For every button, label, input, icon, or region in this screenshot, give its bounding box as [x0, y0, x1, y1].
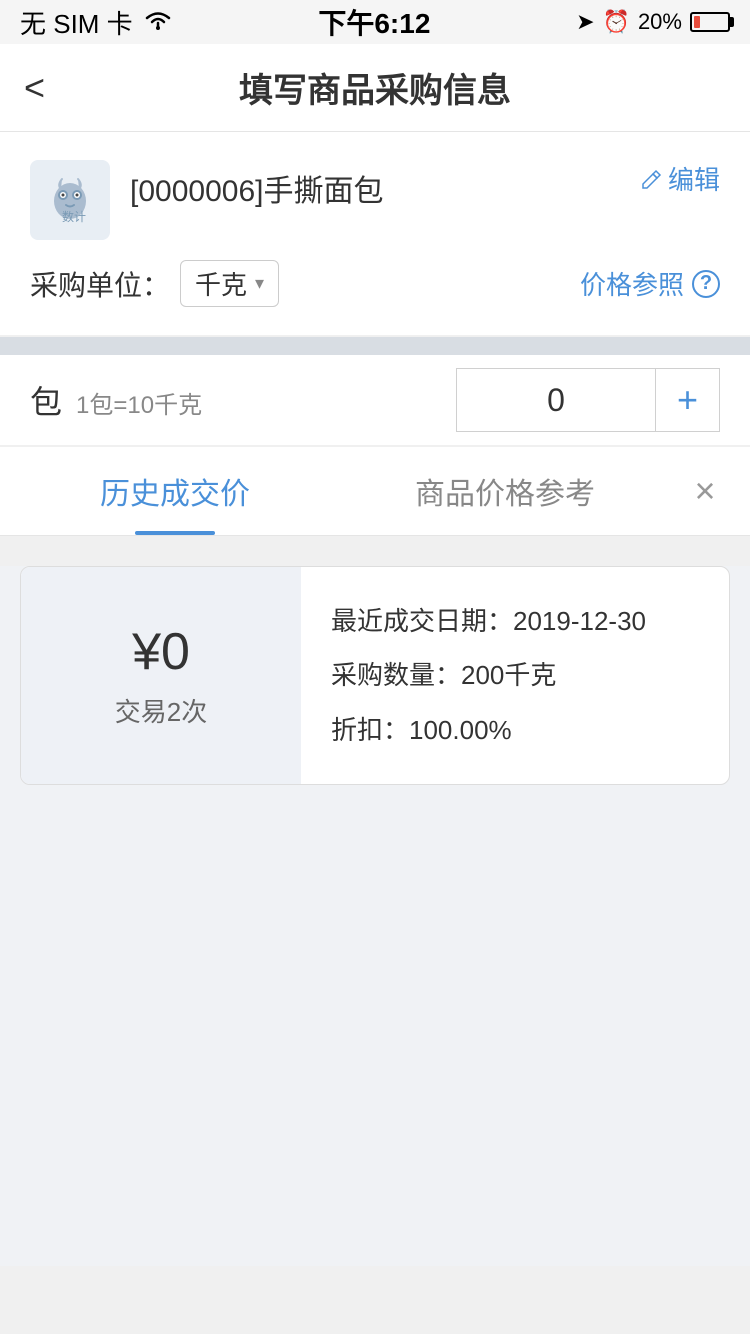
last-deal-date: 最近成交日期：2019-12-30 — [331, 603, 699, 639]
price-card-right: 最近成交日期：2019-12-30 采购数量：200千克 折扣：100.00% — [301, 567, 729, 784]
status-bar: 无 SIM 卡 下午6:12 ➤ ⏰ 20% — [0, 0, 750, 44]
tab-underline — [135, 531, 215, 535]
page-header: < 填写商品采购信息 — [0, 44, 750, 132]
tab-history-label: 历史成交价 — [100, 469, 250, 513]
tab-price-ref-label: 商品价格参考 — [415, 469, 595, 513]
section-divider — [0, 337, 750, 355]
discount: 折扣：100.00% — [331, 712, 699, 748]
unit-label: 采购单位： 千克 ▾ — [30, 260, 279, 307]
page-title: 填写商品采购信息 — [239, 63, 511, 112]
location-icon: ➤ — [576, 9, 594, 35]
price-amount: ¥0 — [132, 622, 190, 682]
status-right: ➤ ⏰ 20% — [576, 9, 730, 35]
quantity-left: 包 1包=10千克 — [30, 377, 202, 423]
edit-label: 编辑 — [668, 160, 720, 197]
product-section: 数计 [0000006]手撕面包 编辑 采购单位： 千克 ▾ 价格参照 — [0, 132, 750, 335]
svg-text:数计: 数计 — [62, 209, 86, 223]
product-thumbnail-icon: 数计 — [44, 171, 96, 229]
dropdown-chevron-icon: ▾ — [255, 273, 264, 294]
question-mark: ? — [700, 272, 712, 295]
purchase-quantity: 采购数量：200千克 — [331, 657, 699, 693]
unit-select-dropdown[interactable]: 千克 ▾ — [180, 260, 279, 307]
unit-value: 千克 — [195, 265, 247, 302]
tabs-close-button[interactable]: × — [670, 447, 740, 535]
quantity-plus-button[interactable]: + — [656, 368, 720, 432]
price-ref-label: 价格参照 — [580, 265, 684, 302]
battery-icon — [690, 12, 730, 32]
quantity-input[interactable]: 0 — [456, 368, 656, 432]
price-card-left: ¥0 交易2次 — [21, 567, 301, 784]
plus-icon: + — [677, 379, 698, 421]
tabs-header: 历史成交价 商品价格参考 × — [0, 447, 750, 535]
product-name: [0000006]手撕面包 — [130, 160, 383, 210]
price-ref-help-icon: ? — [692, 270, 720, 298]
quantity-value: 0 — [547, 382, 565, 419]
status-time: 下午6:12 — [318, 2, 430, 42]
price-reference-button[interactable]: 价格参照 ? — [580, 265, 720, 302]
unit-label-text: 采购单位： — [30, 264, 170, 304]
price-transactions: 交易2次 — [115, 692, 207, 729]
content-area: ¥0 交易2次 最近成交日期：2019-12-30 采购数量：200千克 折扣：… — [0, 566, 750, 1266]
back-button[interactable]: < — [24, 67, 45, 109]
battery-percent: 20% — [638, 9, 682, 35]
tab-price-reference[interactable]: 商品价格参考 — [340, 447, 670, 535]
tab-history-price[interactable]: 历史成交价 — [10, 447, 340, 535]
status-left: 无 SIM 卡 — [20, 4, 173, 41]
product-bottom: 采购单位： 千克 ▾ 价格参照 ? — [30, 260, 720, 307]
alarm-icon: ⏰ — [603, 9, 630, 35]
quantity-sub-label: 1包=10千克 — [76, 385, 202, 420]
wifi-icon — [143, 7, 173, 38]
quantity-unit-name: 包 — [30, 377, 62, 423]
product-top: 数计 [0000006]手撕面包 编辑 — [30, 160, 720, 240]
edit-button[interactable]: 编辑 — [640, 160, 720, 197]
product-image: 数计 — [30, 160, 110, 240]
quantity-right: 0 + — [456, 368, 720, 432]
price-card: ¥0 交易2次 最近成交日期：2019-12-30 采购数量：200千克 折扣：… — [20, 566, 730, 785]
tabs-section: 历史成交价 商品价格参考 × — [0, 447, 750, 536]
carrier-label: 无 SIM 卡 — [20, 4, 133, 41]
quantity-section: 包 1包=10千克 0 + — [0, 355, 750, 445]
close-icon: × — [694, 470, 715, 512]
product-left: 数计 [0000006]手撕面包 — [30, 160, 383, 240]
